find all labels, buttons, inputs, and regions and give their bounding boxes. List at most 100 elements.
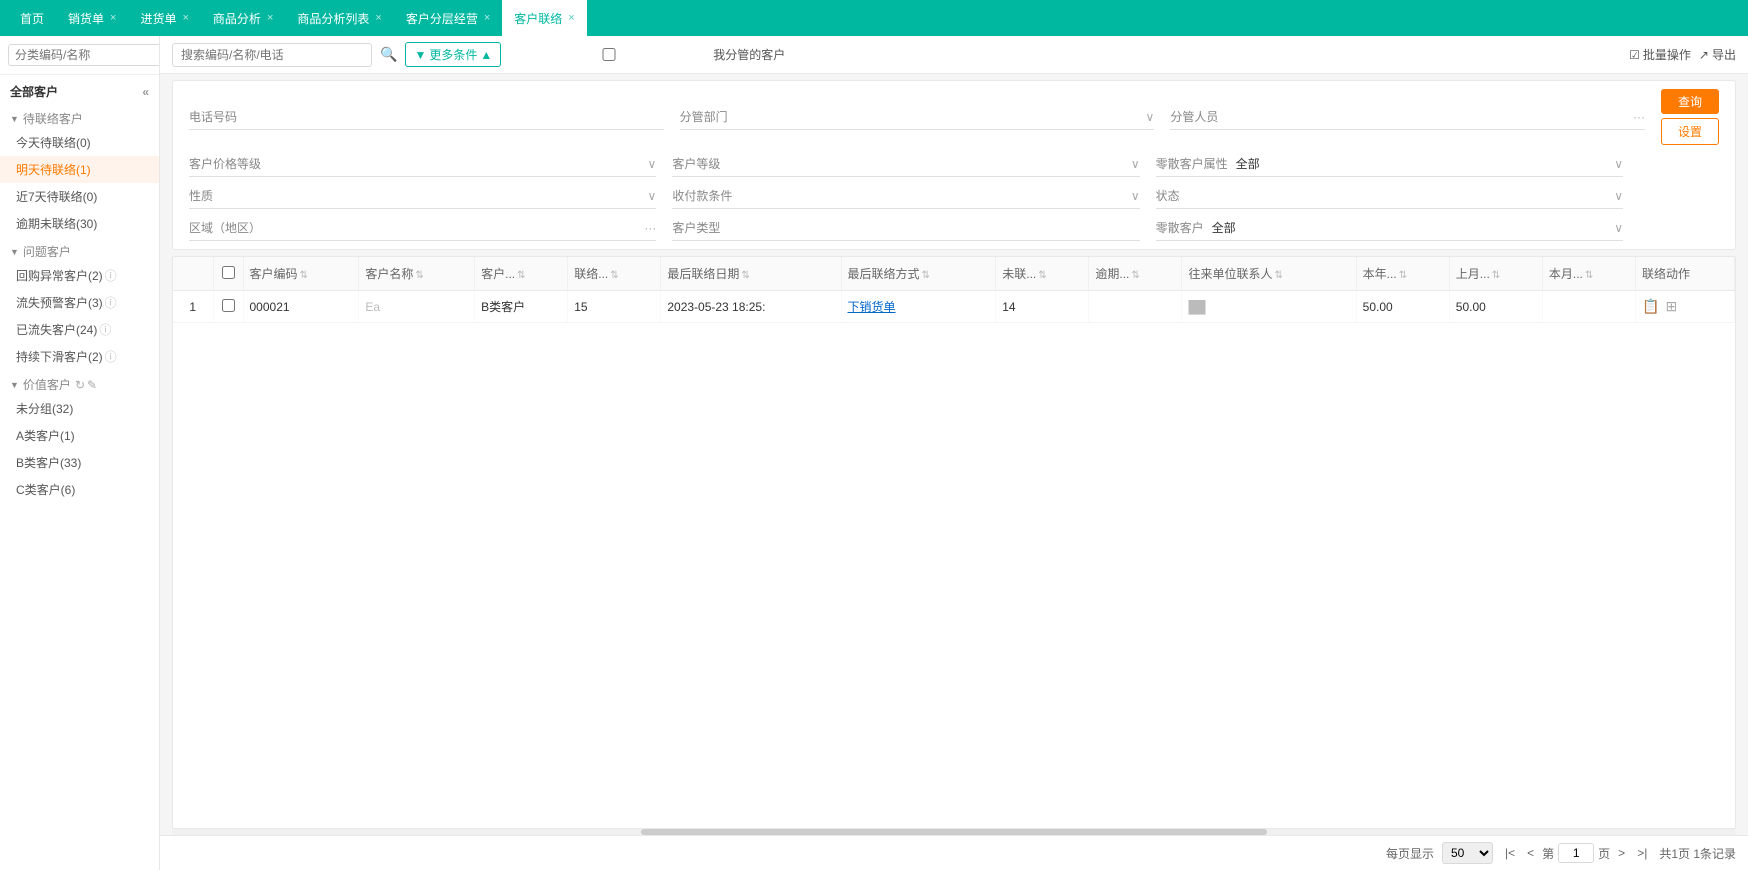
sidebar-item-today-contact[interactable]: 今天待联络(0) — [0, 129, 159, 156]
my-customers-checkbox[interactable]: 我分管的客户 — [509, 46, 785, 63]
th-code[interactable]: 客户编码⇅ — [243, 257, 359, 291]
th-last-month[interactable]: 上月...⇅ — [1449, 257, 1542, 291]
sidebar-item-7day-contact[interactable]: 近7天待联络(0) — [0, 183, 159, 210]
close-sales-order-icon[interactable]: × — [110, 12, 116, 24]
th-this-month[interactable]: 本月...⇅ — [1542, 257, 1635, 291]
filter-payment[interactable]: 收付款条件 ∨ — [672, 183, 1139, 209]
th-name[interactable]: 客户名称⇅ — [359, 257, 475, 291]
td-last-method[interactable]: 下销货单 — [841, 291, 996, 323]
sidebar-item-a-class[interactable]: A类客户(1) — [0, 422, 159, 449]
collapse-icon[interactable]: « — [142, 85, 149, 99]
sidebar-item-churn-warning[interactable]: 流失预警客户(3) ⓘ — [0, 289, 159, 316]
filter-price-level[interactable]: 客户价格等级 ∨ — [189, 151, 656, 177]
group-pending-contact[interactable]: ▼ 待联络客户 — [0, 104, 159, 129]
sort-last-month-icon[interactable]: ⇅ — [1492, 270, 1500, 281]
prev-page-button[interactable]: < — [1523, 844, 1538, 862]
close-customer-tier-icon[interactable]: × — [484, 12, 490, 24]
close-product-analysis-list-icon[interactable]: × — [375, 12, 381, 24]
first-page-button[interactable]: |< — [1501, 844, 1519, 862]
nav-customer-contact[interactable]: 客户联络 × — [502, 0, 586, 36]
sidebar-item-tomorrow-contact[interactable]: 明天待联络(1) — [0, 156, 159, 183]
region-dots-icon[interactable]: ··· — [644, 221, 656, 235]
sort-method-icon[interactable]: ⇅ — [922, 270, 930, 281]
nature-dropdown-icon[interactable]: ∨ — [648, 189, 657, 203]
close-product-analysis-icon[interactable]: × — [267, 12, 273, 24]
nav-customer-tier[interactable]: 客户分层经营 × — [394, 0, 502, 36]
sidebar-item-ungrouped[interactable]: 未分组(32) — [0, 395, 159, 422]
payment-dropdown-icon[interactable]: ∨ — [1131, 189, 1140, 203]
th-type[interactable]: 客户...⇅ — [475, 257, 568, 291]
sort-this-month-icon[interactable]: ⇅ — [1585, 270, 1593, 281]
sort-contact-person-icon[interactable]: ⇅ — [1274, 270, 1282, 281]
group-problem-customers[interactable]: ▼ 问题客户 — [0, 237, 159, 262]
sort-type-icon[interactable]: ⇅ — [517, 270, 525, 281]
search-input[interactable] — [172, 43, 372, 67]
close-purchase-order-icon[interactable]: × — [182, 12, 188, 24]
edit-icon[interactable]: ✎ — [87, 378, 97, 392]
search-button[interactable]: 🔍 — [380, 46, 397, 63]
filter-customer-type[interactable]: 客户类型 — [672, 215, 1139, 241]
last-page-button[interactable]: >| — [1633, 844, 1651, 862]
status-dropdown-icon[interactable]: ∨ — [1614, 189, 1623, 203]
row-checkbox[interactable] — [222, 299, 235, 312]
nav-product-analysis-list[interactable]: 商品分析列表 × — [285, 0, 393, 36]
filter-retail-customer[interactable]: 零散客户 全部 ∨ — [1156, 215, 1623, 241]
dept-dropdown-icon[interactable]: ∨ — [1146, 110, 1155, 124]
next-page-button[interactable]: > — [1614, 844, 1629, 862]
sort-this-year-icon[interactable]: ⇅ — [1399, 270, 1407, 281]
nav-purchase-order[interactable]: 进货单 × — [128, 0, 200, 36]
filter-retail-attr[interactable]: 零散客户属性 全部 ∨ — [1156, 151, 1623, 177]
select-all-checkbox[interactable] — [222, 266, 235, 279]
th-last-method[interactable]: 最后联络方式⇅ — [841, 257, 996, 291]
grid-action-icon[interactable]: ⊞ — [1665, 298, 1677, 315]
bulk-operation-button[interactable]: ☑ 批量操作 — [1629, 46, 1691, 63]
sidebar-item-abnormal-repurchase[interactable]: 回购异常客户(2) ⓘ — [0, 262, 159, 289]
my-customers-check[interactable] — [509, 48, 709, 61]
sort-name-icon[interactable]: ⇅ — [415, 270, 423, 281]
sidebar-item-churned[interactable]: 已流失客户(24) ⓘ — [0, 316, 159, 343]
all-customers-header[interactable]: 全部客户 « — [0, 75, 159, 104]
retail-attr-dropdown-icon[interactable]: ∨ — [1614, 157, 1623, 171]
nav-product-analysis[interactable]: 商品分析 × — [201, 0, 285, 36]
td-name: Ea — [359, 291, 475, 323]
nav-sales-order[interactable]: 销货单 × — [56, 0, 128, 36]
th-this-year[interactable]: 本年...⇅ — [1356, 257, 1449, 291]
set-button[interactable]: 设置 — [1661, 118, 1719, 145]
filter-person[interactable]: 分管人员 ··· — [1170, 104, 1645, 130]
sidebar-item-c-class[interactable]: C类客户(6) — [0, 476, 159, 503]
sort-date-icon[interactable]: ⇅ — [741, 270, 749, 281]
person-dots-icon[interactable]: ··· — [1633, 110, 1645, 124]
sort-code-icon[interactable]: ⇅ — [300, 270, 308, 281]
phone-action-icon[interactable]: 📋 — [1642, 298, 1659, 315]
sidebar-search-input[interactable] — [8, 44, 160, 66]
filter-status[interactable]: 状态 ∨ — [1156, 183, 1623, 209]
retail-customer-dropdown-icon[interactable]: ∨ — [1614, 221, 1623, 235]
sidebar-item-declining[interactable]: 持续下滑客户(2) ⓘ — [0, 343, 159, 370]
sort-unlinked-icon[interactable]: ⇅ — [1038, 270, 1046, 281]
price-level-dropdown-icon[interactable]: ∨ — [648, 157, 657, 171]
per-page-select[interactable]: 50 100 200 — [1442, 842, 1493, 864]
refresh-icon[interactable]: ↻ — [75, 378, 85, 392]
th-contact[interactable]: 联络...⇅ — [568, 257, 661, 291]
sidebar-item-b-class[interactable]: B类客户(33) — [0, 449, 159, 476]
filter-nature[interactable]: 性质 ∨ — [189, 183, 656, 209]
th-last-date[interactable]: 最后联络日期⇅ — [661, 257, 841, 291]
close-customer-contact-icon[interactable]: × — [568, 12, 574, 24]
sort-contact-icon[interactable]: ⇅ — [610, 270, 618, 281]
more-conditions-button[interactable]: ▼ 更多条件 ▲ — [405, 42, 501, 67]
page-number-input[interactable] — [1558, 843, 1594, 863]
th-unlinked[interactable]: 未联...⇅ — [996, 257, 1089, 291]
filter-dept[interactable]: 分管部门 ∨ — [680, 104, 1155, 130]
nav-home[interactable]: 首页 — [8, 0, 56, 36]
filter-customer-level[interactable]: 客户等级 ∨ — [672, 151, 1139, 177]
td-checkbox[interactable] — [213, 291, 243, 323]
th-contact-person[interactable]: 往来单位联系人⇅ — [1182, 257, 1356, 291]
export-button[interactable]: ↗ 导出 — [1699, 46, 1736, 63]
sidebar-item-overdue-contact[interactable]: 逾期未联络(30) — [0, 210, 159, 237]
th-overdue[interactable]: 逾期...⇅ — [1089, 257, 1182, 291]
sort-overdue-icon[interactable]: ⇅ — [1131, 270, 1139, 281]
query-button[interactable]: 查询 — [1661, 89, 1719, 114]
filter-region[interactable]: 区域（地区） ··· — [189, 215, 656, 241]
customer-level-dropdown-icon[interactable]: ∨ — [1131, 157, 1140, 171]
group-value-customers[interactable]: ▼ 价值客户 ↻ ✎ — [0, 370, 159, 395]
